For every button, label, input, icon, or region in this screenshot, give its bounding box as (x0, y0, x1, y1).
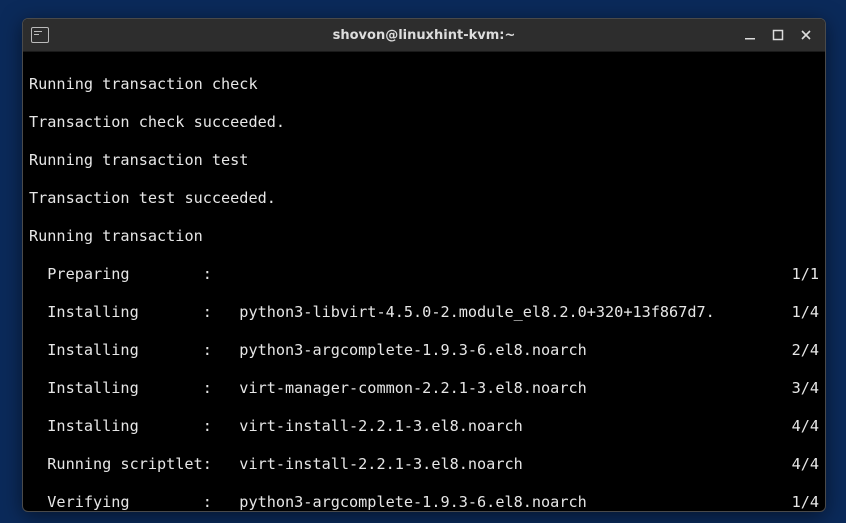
tx-label: Installing : (47, 341, 239, 360)
tx-label: Verifying : (47, 493, 239, 512)
window-title: shovon@linuxhint-kvm:~ (23, 28, 825, 43)
output-line: Running transaction (29, 227, 819, 246)
tx-count: 1/1 (764, 265, 819, 284)
tx-row: Installing :virt-manager-common-2.2.1-3.… (29, 379, 819, 398)
output-line: Running transaction check (29, 75, 819, 94)
tx-pkg: python3-argcomplete-1.9.3-6.el8.noarch (239, 341, 764, 360)
tx-row: Installing :virt-install-2.2.1-3.el8.noa… (29, 417, 819, 436)
tx-pkg: virt-install-2.2.1-3.el8.noarch (239, 455, 764, 474)
output-line: Transaction check succeeded. (29, 113, 819, 132)
tx-pkg: virt-install-2.2.1-3.el8.noarch (239, 417, 764, 436)
tx-pkg: python3-argcomplete-1.9.3-6.el8.noarch (239, 493, 764, 512)
titlebar[interactable]: shovon@linuxhint-kvm:~ (23, 19, 825, 52)
tx-count: 1/4 (764, 493, 819, 512)
tx-row: Running scriptlet:virt-install-2.2.1-3.e… (29, 455, 819, 474)
tx-label: Preparing : (47, 265, 239, 284)
tx-label: Installing : (47, 303, 239, 322)
tx-label: Running scriptlet: (47, 455, 239, 474)
output-line: Running transaction test (29, 151, 819, 170)
output-line: Transaction test succeeded. (29, 189, 819, 208)
maximize-button[interactable] (765, 23, 791, 47)
tx-count: 4/4 (764, 417, 819, 436)
terminal-body[interactable]: Running transaction check Transaction ch… (23, 52, 825, 511)
tx-count: 2/4 (764, 341, 819, 360)
tx-label: Installing : (47, 417, 239, 436)
tx-count: 3/4 (764, 379, 819, 398)
terminal-window: shovon@linuxhint-kvm:~ Running transacti… (22, 18, 826, 512)
close-button[interactable] (793, 23, 819, 47)
tx-label: Installing : (47, 379, 239, 398)
tx-count: 1/4 (764, 303, 819, 322)
tx-row: Preparing : 1/1 (29, 265, 819, 284)
tx-pkg: python3-libvirt-4.5.0-2.module_el8.2.0+3… (239, 303, 764, 322)
tx-count: 4/4 (764, 455, 819, 474)
tx-row: Installing :python3-argcomplete-1.9.3-6.… (29, 341, 819, 360)
tx-pkg (239, 265, 764, 284)
tx-pkg: virt-manager-common-2.2.1-3.el8.noarch (239, 379, 764, 398)
minimize-button[interactable] (737, 23, 763, 47)
terminal-icon (31, 27, 49, 43)
tx-row: Installing :python3-libvirt-4.5.0-2.modu… (29, 303, 819, 322)
tx-row: Verifying :python3-argcomplete-1.9.3-6.e… (29, 493, 819, 512)
